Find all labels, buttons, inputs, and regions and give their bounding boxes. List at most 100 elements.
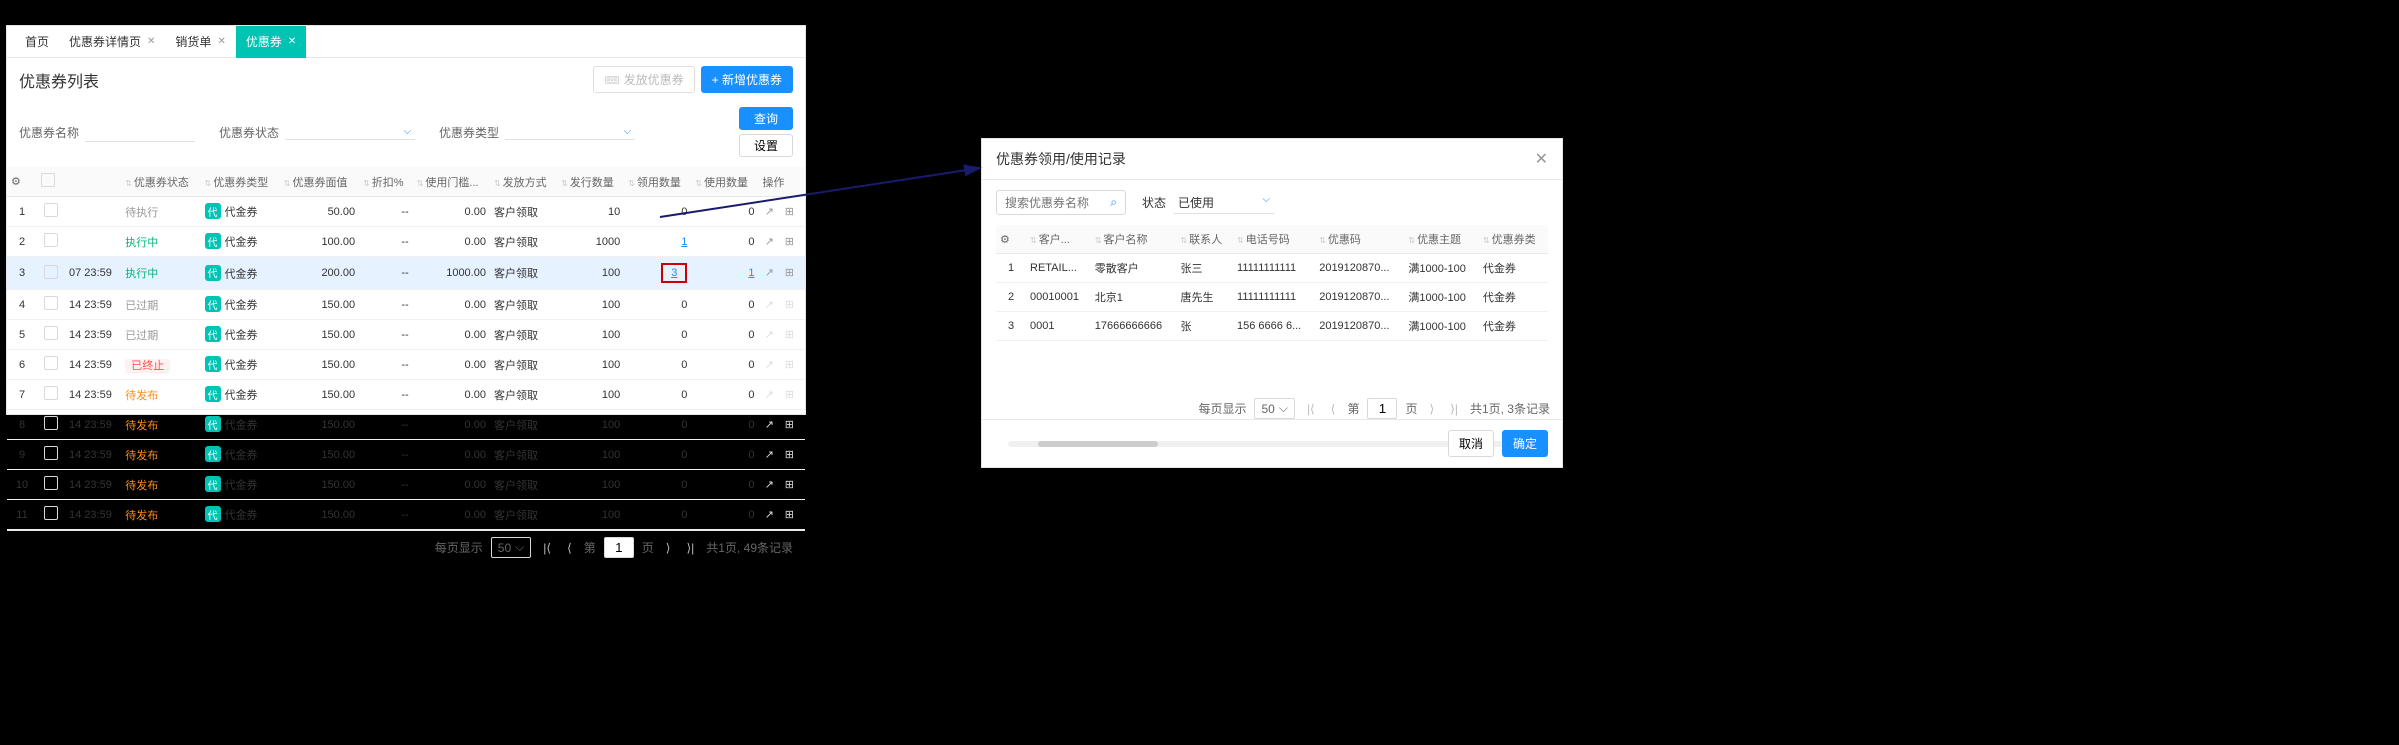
share-icon[interactable]: ↗ [765, 235, 779, 249]
row-checkbox[interactable] [44, 265, 58, 279]
last-page-button[interactable]: ⟩| [682, 541, 698, 555]
table-row[interactable]: 5 14 23:59 已过期 代代金券 150.00 -- 0.00 客户领取 … [7, 320, 805, 350]
col-claim-qty[interactable]: ⇅领用数量 [624, 167, 691, 197]
customer-code: 00010001 [1026, 283, 1091, 312]
confirm-button[interactable]: 确定 [1502, 430, 1548, 457]
gear-column[interactable]: ⚙ [7, 167, 37, 197]
table-row[interactable]: 8 14 23:59 待发布 代代金券 150.00 -- 0.00 客户领取 … [7, 410, 805, 440]
close-icon[interactable]: ✕ [1535, 149, 1548, 169]
col-cust-code[interactable]: ⇅客户... [1026, 225, 1091, 254]
modal-per-page-select[interactable]: 50⌵ [1254, 398, 1294, 419]
claim-qty-link[interactable]: 3 [661, 263, 687, 283]
use-qty-link[interactable]: 1 [748, 267, 754, 279]
row-checkbox[interactable] [44, 326, 58, 340]
discount: -- [359, 500, 413, 530]
modal-status-select[interactable]: 已使用⌵ [1174, 192, 1274, 214]
filter-type-select[interactable]: ⌵ [505, 124, 635, 140]
table-row[interactable]: 9 14 23:59 待发布 代代金券 150.00 -- 0.00 客户领取 … [7, 440, 805, 470]
row-checkbox[interactable] [44, 446, 58, 460]
modal-page-input[interactable] [1367, 398, 1397, 419]
qr-icon[interactable]: ⊞ [785, 266, 799, 280]
table-row[interactable]: 3 07 23:59 执行中 代代金券 200.00 -- 1000.00 客户… [7, 257, 805, 290]
col-issue-qty[interactable]: ⇅发行数量 [557, 167, 624, 197]
query-button[interactable]: 查询 [739, 107, 793, 130]
tab-coupon[interactable]: 优惠券✕ [236, 26, 306, 58]
tab-coupon-detail[interactable]: 优惠券详情页✕ [59, 26, 165, 58]
table-row[interactable]: 7 14 23:59 待发布 代代金券 150.00 -- 0.00 客户领取 … [7, 380, 805, 410]
row-checkbox[interactable] [44, 203, 58, 217]
row-checkbox[interactable] [44, 356, 58, 370]
row-checkbox[interactable] [44, 506, 58, 520]
discount: -- [359, 290, 413, 320]
filter-name-input[interactable] [85, 123, 195, 142]
first-page-button[interactable]: |⟨ [539, 541, 555, 555]
search-icon[interactable]: ⌕ [1110, 195, 1117, 210]
table-row[interactable]: 4 14 23:59 已过期 代代金券 150.00 -- 0.00 客户领取 … [7, 290, 805, 320]
qr-icon[interactable]: ⊞ [785, 235, 799, 249]
table-row[interactable]: 11 14 23:59 待发布 代代金券 150.00 -- 0.00 客户领取… [7, 500, 805, 530]
search-input[interactable] [1005, 196, 1104, 210]
issue-qty: 100 [557, 410, 624, 440]
row-checkbox[interactable] [44, 233, 58, 247]
col-phone[interactable]: ⇅电话号码 [1233, 225, 1315, 254]
share-icon[interactable]: ↗ [765, 205, 779, 219]
discount: -- [359, 320, 413, 350]
tab-home[interactable]: 首页 [15, 26, 59, 58]
page-input[interactable] [604, 537, 634, 558]
col-contact[interactable]: ⇅联系人 [1176, 225, 1233, 254]
prev-page-button[interactable]: ⟨ [1327, 402, 1340, 416]
discount: -- [359, 197, 413, 227]
next-page-button[interactable]: ⟩ [662, 541, 675, 555]
row-checkbox[interactable] [44, 476, 58, 490]
col-coupon-type[interactable]: ⇅优惠券类 [1479, 225, 1548, 254]
col-action: 操作 [758, 167, 805, 197]
customer-name: 零散客户 [1091, 254, 1177, 283]
col-cust-name[interactable]: ⇅客户名称 [1091, 225, 1177, 254]
coupon-type: 代金券 [225, 480, 258, 492]
chevron-down-icon: ⌵ [515, 540, 524, 555]
close-icon[interactable]: ✕ [147, 36, 155, 47]
table-row[interactable]: 6 14 23:59 已终止 代代金券 150.00 -- 0.00 客户领取 … [7, 350, 805, 380]
first-page-button[interactable]: |⟨ [1303, 402, 1319, 416]
tabs-bar: 首页 优惠券详情页✕ 销货单✕ 优惠券✕ [7, 26, 805, 58]
tab-sales-order[interactable]: 销货单✕ [165, 26, 235, 58]
table-row[interactable]: 1 待执行 代代金券 50.00 -- 0.00 客户领取 10 0 0 ↗⊞ [7, 197, 805, 227]
col-subject[interactable]: ⇅优惠主题 [1404, 225, 1479, 254]
gear-column[interactable]: ⚙ [996, 225, 1026, 254]
col-type[interactable]: ⇅优惠券类型 [201, 167, 280, 197]
per-page-select[interactable]: 50⌵ [491, 537, 531, 558]
col-use-qty[interactable]: ⇅使用数量 [691, 167, 758, 197]
cancel-button[interactable]: 取消 [1448, 430, 1494, 457]
subject: 满1000-100 [1404, 283, 1479, 312]
add-coupon-button[interactable]: + 新增优惠券 [701, 66, 793, 93]
row-checkbox[interactable] [44, 416, 58, 430]
issue-qty: 100 [557, 350, 624, 380]
share-icon[interactable]: ↗ [765, 266, 779, 280]
claim-qty-link[interactable]: 1 [681, 236, 687, 248]
qr-icon[interactable]: ⊞ [785, 205, 799, 219]
table-row[interactable]: 1 RETAIL... 零散客户 张三 11111111111 20191208… [996, 254, 1548, 283]
issue-coupon-button[interactable]: 🎟发放优惠券 [593, 66, 694, 93]
last-page-button[interactable]: ⟩| [1446, 402, 1462, 416]
close-icon[interactable]: ✕ [217, 36, 225, 47]
next-page-button[interactable]: ⟩ [1425, 402, 1438, 416]
row-checkbox[interactable] [44, 296, 58, 310]
col-discount[interactable]: ⇅折扣% [359, 167, 413, 197]
col-threshold[interactable]: ⇅使用门槛... [413, 167, 490, 197]
filter-status-select[interactable]: ⌵ [285, 124, 415, 140]
prev-page-button[interactable]: ⟨ [563, 541, 576, 555]
row-checkbox[interactable] [44, 386, 58, 400]
col-coupon-code[interactable]: ⇅优惠码 [1315, 225, 1404, 254]
select-all-checkbox[interactable] [41, 173, 55, 187]
col-face-value[interactable]: ⇅优惠券面值 [280, 167, 359, 197]
table-row[interactable]: 2 00010001 北京1 唐先生 11111111111 201912087… [996, 283, 1548, 312]
close-icon[interactable]: ✕ [288, 36, 296, 47]
table-row[interactable]: 2 执行中 代代金券 100.00 -- 0.00 客户领取 1000 1 0 … [7, 227, 805, 257]
table-row[interactable]: 10 14 23:59 待发布 代代金券 150.00 -- 0.00 客户领取… [7, 470, 805, 500]
issue-qty: 10 [557, 197, 624, 227]
discount: -- [359, 350, 413, 380]
table-row[interactable]: 3 0001 17666666666 张 156 6666 6... 20191… [996, 312, 1548, 341]
settings-button[interactable]: 设置 [739, 134, 793, 157]
col-status[interactable]: ⇅优惠券状态 [121, 167, 200, 197]
col-issue-method[interactable]: ⇅发放方式 [490, 167, 557, 197]
